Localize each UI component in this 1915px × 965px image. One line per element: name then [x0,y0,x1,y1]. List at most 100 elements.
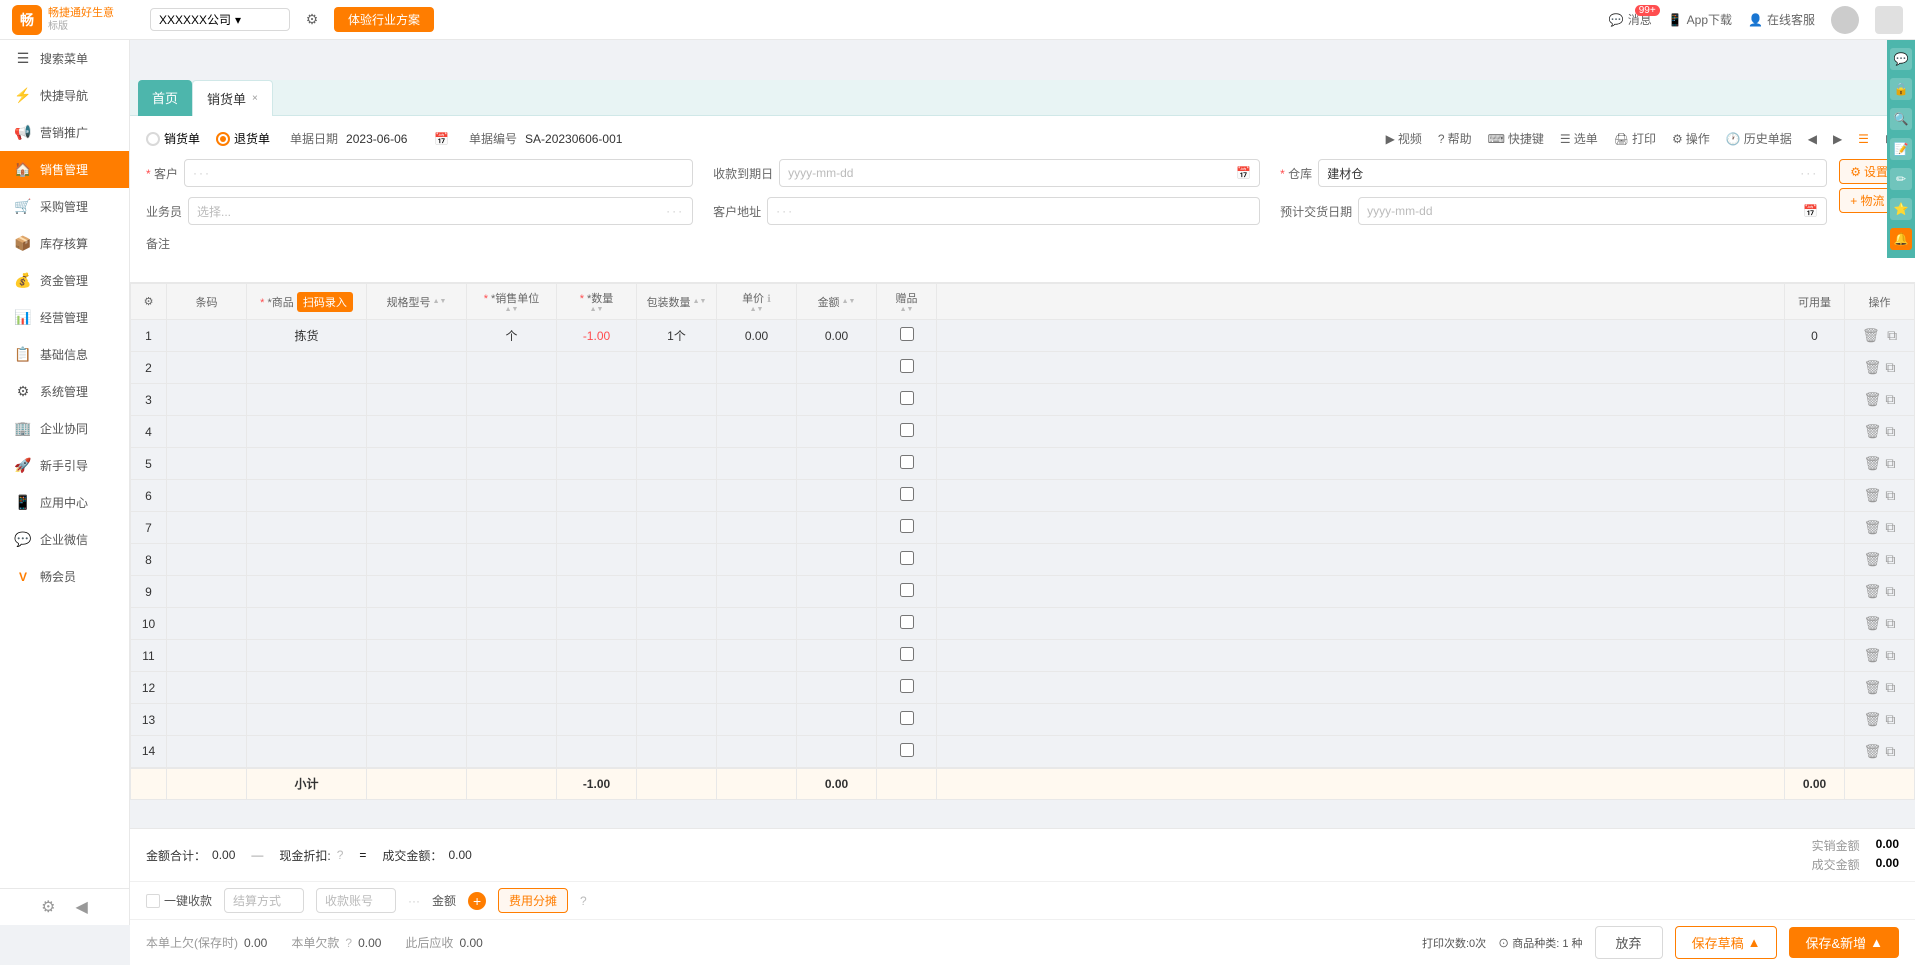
right-sidebar-btn-4[interactable]: 📝 [1890,138,1912,160]
row-pkgqty[interactable]: 1个 [637,320,717,352]
goods-type-icon[interactable]: ⊙ [1498,938,1509,950]
toolbar-print[interactable]: 🖨 打印 [1610,128,1660,149]
settings-icon[interactable]: ⚙ [298,6,326,34]
copy-row-icon[interactable]: ⧉ [1883,423,1897,439]
expense-help-icon[interactable]: ? [580,894,587,908]
sidebar-item-inventory[interactable]: 📦 库存核算 [0,225,129,262]
row-amount[interactable]: 0.00 [797,320,877,352]
delete-row-icon[interactable]: 🗑 [1862,423,1884,439]
sidebar-settings-btn[interactable]: ⚙ [41,897,55,917]
delete-row-icon[interactable]: 🗑 [1860,327,1882,343]
avatar[interactable] [1831,6,1859,34]
sidebar-item-marketing[interactable]: 📢 营销推广 [0,114,129,151]
copy-row-icon[interactable]: ⧉ [1883,359,1897,375]
one-click-checkbox[interactable] [146,894,160,908]
right-sidebar-btn-7[interactable]: 🔔 [1890,228,1912,250]
abandon-button[interactable]: 放弃 [1595,926,1663,959]
row-qty[interactable]: -1.00 [557,320,637,352]
copy-row-icon[interactable]: ⧉ [1883,391,1897,407]
row-gift[interactable] [877,320,937,352]
copy-row-icon[interactable]: ⧉ [1883,487,1897,503]
right-sidebar-btn-1[interactable]: 💬 [1890,48,1912,70]
sidebar-item-wechat[interactable]: 💬 企业微信 [0,521,129,558]
sidebar-item-app-center[interactable]: 📱 应用中心 [0,484,129,521]
collection-input[interactable]: yyyy-mm-dd 📅 [779,159,1260,187]
sidebar-item-purchase[interactable]: 🛒 采购管理 [0,188,129,225]
one-click-payment-check[interactable]: 一键收款 [146,892,212,909]
toolbar-shortcut[interactable]: ⌨ 快捷键 [1484,128,1548,149]
delete-row-icon[interactable]: 🗑 [1862,519,1884,535]
customer-input[interactable]: ··· [184,159,693,187]
row-price[interactable]: 0.00 [717,320,797,352]
app-download-button[interactable]: 📱 App下载 [1668,11,1732,28]
delete-row-icon[interactable]: 🗑 [1862,743,1884,759]
tab-home[interactable]: 首页 [138,80,192,116]
delete-row-icon[interactable]: 🗑 [1862,615,1884,631]
copy-row-icon[interactable]: ⧉ [1883,455,1897,471]
toolbar-help[interactable]: ? 帮助 [1434,128,1476,149]
delete-row-icon[interactable]: 🗑 [1862,647,1884,663]
delete-row-icon[interactable]: 🗑 [1862,551,1884,567]
right-sidebar-btn-3[interactable]: 🔍 [1890,108,1912,130]
online-service-button[interactable]: 👤 在线客服 [1748,11,1815,28]
expected-date-input[interactable]: yyyy-mm-dd 📅 [1358,197,1827,225]
overdue-help-icon[interactable]: ? [345,936,352,950]
tab-close-icon[interactable]: × [252,93,258,104]
sidebar-item-quick-nav[interactable]: ⚡ 快捷导航 [0,77,129,114]
sidebar-item-enterprise[interactable]: 🏢 企业协同 [0,410,129,447]
delete-row-icon[interactable]: 🗑 [1862,487,1884,503]
sidebar-item-basic[interactable]: 📋 基础信息 [0,336,129,373]
salesman-input[interactable]: 选择... ··· [188,197,693,225]
delete-row-icon[interactable]: 🗑 [1862,679,1884,695]
discount-help-icon[interactable]: ? [337,848,344,862]
toolbar-video[interactable]: ▶ 视频 [1382,128,1426,149]
tab-sale-order[interactable]: 销货单 × [192,80,273,116]
sidebar-item-sales[interactable]: 🏠 销售管理 [0,151,129,188]
delete-row-icon[interactable]: 🗑 [1862,583,1884,599]
sidebar-item-search[interactable]: ☰ 搜索菜单 [0,40,129,77]
date-icon[interactable]: 📅 [434,132,449,146]
sidebar-collapse-btn[interactable]: ◀ [76,897,88,917]
right-sidebar-btn-5[interactable]: ✏ [1890,168,1912,190]
toolbar-prev-icon[interactable]: ◀ [1804,130,1821,148]
copy-row-icon[interactable]: ⧉ [1883,679,1897,695]
radio-return[interactable]: 退货单 [216,130,270,147]
scan-button[interactable]: 扫码录入 [297,292,353,312]
settings-icon[interactable]: ⚙ [144,296,154,308]
warehouse-input[interactable]: 建材仓 ··· [1318,159,1827,187]
toolbar-next-icon[interactable]: ▶ [1829,130,1846,148]
row-goods[interactable]: 拣货 [247,320,367,352]
copy-row-icon[interactable]: ⧉ [1883,647,1897,663]
user-menu[interactable] [1875,6,1903,34]
add-payment-button[interactable]: + [468,892,486,910]
sidebar-item-system[interactable]: ⚙ 系统管理 [0,373,129,410]
copy-row-icon[interactable]: ⧉ [1883,519,1897,535]
right-sidebar-btn-2[interactable]: 🔒 [1890,78,1912,100]
row-unit[interactable]: 个 [467,320,557,352]
delete-row-icon[interactable]: 🗑 [1862,359,1884,375]
expense-btn[interactable]: 费用分摊 [498,888,568,913]
copy-row-icon[interactable]: ⧉ [1883,743,1897,759]
save-draft-button[interactable]: 保存草稿 ▲ [1675,926,1778,959]
price-info-icon[interactable]: ℹ [767,294,771,305]
sidebar-item-finance[interactable]: 💰 资金管理 [0,262,129,299]
copy-row-icon[interactable]: ⧉ [1885,327,1899,343]
sidebar-item-operations[interactable]: 📊 经营管理 [0,299,129,336]
company-selector[interactable]: XXXXXX公司 ▾ [150,8,290,31]
toolbar-history[interactable]: 🕐 历史单据 [1722,128,1796,149]
payment-method-select[interactable]: 结算方式 [224,888,304,913]
delete-row-icon[interactable]: 🗑 [1862,711,1884,727]
copy-row-icon[interactable]: ⧉ [1883,711,1897,727]
radio-sale[interactable]: 销货单 [146,130,200,147]
delete-row-icon[interactable]: 🗑 [1862,391,1884,407]
sidebar-item-member[interactable]: V 畅会员 [0,558,129,595]
trial-button[interactable]: 体验行业方案 [334,7,434,32]
toolbar-select[interactable]: ☰ 选单 [1556,128,1602,149]
row-barcode[interactable] [167,320,247,352]
copy-row-icon[interactable]: ⧉ [1883,583,1897,599]
copy-row-icon[interactable]: ⧉ [1883,551,1897,567]
save-new-button[interactable]: 保存&新增 ▲ [1789,927,1899,958]
message-button[interactable]: 💬 消息 99+ [1609,11,1652,28]
row-spec[interactable] [367,320,467,352]
right-sidebar-btn-6[interactable]: ⭐ [1890,198,1912,220]
